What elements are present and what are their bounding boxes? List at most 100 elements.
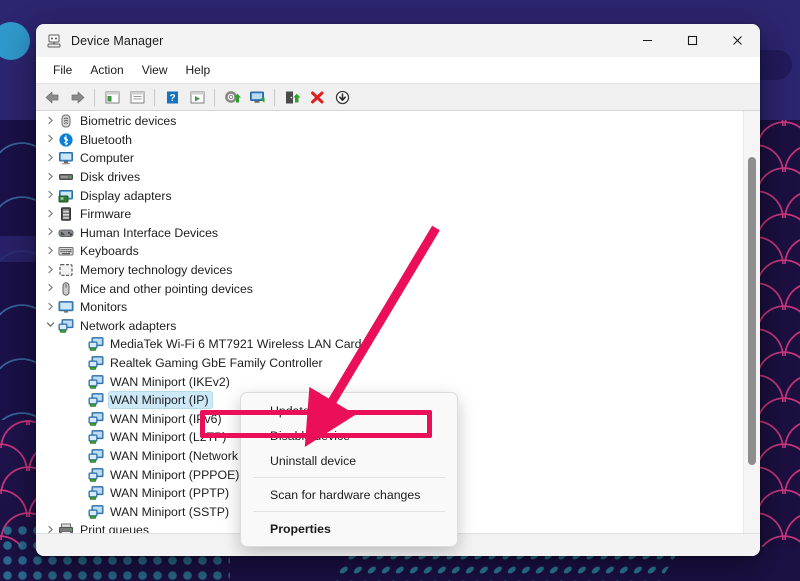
window-controls xyxy=(625,24,760,57)
help-button[interactable]: ? xyxy=(160,86,184,108)
chevron-right-icon[interactable] xyxy=(42,302,58,313)
chevron-right-icon[interactable] xyxy=(42,209,58,220)
tree-row[interactable]: Keyboards xyxy=(36,242,743,261)
network-adapter-icon xyxy=(88,485,104,501)
keyboard-icon xyxy=(58,243,74,259)
tree-row[interactable]: Mice and other pointing devices xyxy=(36,279,743,298)
back-button[interactable] xyxy=(40,86,64,108)
context-menu-item[interactable]: Scan for hardware changes xyxy=(241,482,457,507)
menubar: File Action View Help xyxy=(36,57,760,83)
tree-row-label: Computer xyxy=(79,150,137,166)
chevron-right-icon[interactable] xyxy=(42,134,58,145)
tree-row-label: Biometric devices xyxy=(79,113,179,129)
tree-row-label: Print queues xyxy=(79,522,152,533)
tree-row[interactable]: Biometric devices xyxy=(36,112,743,131)
tree-row[interactable]: Monitors xyxy=(36,298,743,317)
window-titlebar[interactable]: Device Manager xyxy=(36,24,760,57)
close-button[interactable] xyxy=(715,24,760,57)
chevron-right-icon[interactable] xyxy=(42,190,58,201)
tree-row-label: WAN Miniport (IP) xyxy=(109,392,212,408)
context-menu-item[interactable]: Properties xyxy=(241,516,457,541)
tree-row[interactable]: Network adapters xyxy=(36,317,743,336)
scan-hardware-changes-button[interactable] xyxy=(245,86,269,108)
uninstall-device-button[interactable] xyxy=(280,86,304,108)
tree-row-label: Network adapters xyxy=(79,318,179,334)
tree-row[interactable]: Computer xyxy=(36,149,743,168)
window-title: Device Manager xyxy=(71,34,163,48)
chevron-right-icon[interactable] xyxy=(42,227,58,238)
tree-row-label: MediaTek Wi-Fi 6 MT7921 Wireless LAN Car… xyxy=(109,336,364,352)
printer-icon xyxy=(58,522,74,533)
tree-row[interactable]: WAN Miniport (IKEv2) xyxy=(36,372,743,391)
menu-view[interactable]: View xyxy=(133,60,177,80)
tree-row-label: WAN Miniport (PPPOE) xyxy=(109,467,242,483)
menu-help[interactable]: Help xyxy=(177,60,220,80)
tree-row-label: Disk drives xyxy=(79,169,143,185)
toolbar-separator xyxy=(154,89,155,106)
biometric-icon xyxy=(58,113,74,129)
bluetooth-icon xyxy=(58,132,74,148)
context-menu-separator xyxy=(253,511,445,512)
context-menu-item[interactable]: Uninstall device xyxy=(241,448,457,473)
tree-row-label: Realtek Gaming GbE Family Controller xyxy=(109,355,326,371)
network-adapter-icon xyxy=(88,392,104,408)
tree-row-label: WAN Miniport (PPTP) xyxy=(109,485,232,501)
tree-row[interactable]: Firmware xyxy=(36,205,743,224)
chevron-right-icon[interactable] xyxy=(42,153,58,164)
tree-row-label: Firmware xyxy=(79,206,134,222)
chevron-right-icon[interactable] xyxy=(42,246,58,257)
network-adapter-icon xyxy=(88,374,104,390)
network-adapter-icon xyxy=(88,448,104,464)
minimize-button[interactable] xyxy=(625,24,670,57)
hid-icon xyxy=(58,225,74,241)
console-tree-button[interactable] xyxy=(100,86,124,108)
vertical-scrollbar[interactable] xyxy=(743,111,760,533)
disable-device-button[interactable] xyxy=(305,86,329,108)
memory-icon xyxy=(58,262,74,278)
scrollbar-thumb[interactable] xyxy=(748,157,756,465)
network-adapter-icon xyxy=(88,336,104,352)
highlight-rectangle xyxy=(200,410,432,438)
chevron-right-icon[interactable] xyxy=(42,116,58,127)
menu-action[interactable]: Action xyxy=(81,60,132,80)
tree-row[interactable]: MediaTek Wi-Fi 6 MT7921 Wireless LAN Car… xyxy=(36,335,743,354)
disk-drive-icon xyxy=(58,169,74,185)
network-adapter-icon xyxy=(88,429,104,445)
enable-device-button[interactable] xyxy=(330,86,354,108)
toolbar-separator xyxy=(94,89,95,106)
action-pane-button[interactable] xyxy=(185,86,209,108)
chevron-right-icon[interactable] xyxy=(42,265,58,276)
tree-row[interactable]: Human Interface Devices xyxy=(36,224,743,243)
tree-row[interactable]: Display adapters xyxy=(36,186,743,205)
chevron-right-icon[interactable] xyxy=(42,172,58,183)
tree-row-label: Bluetooth xyxy=(79,132,135,148)
device-manager-window: Device Manager File Action View Help xyxy=(36,24,760,556)
maximize-button[interactable] xyxy=(670,24,715,57)
device-manager-icon xyxy=(46,33,62,49)
network-adapter-icon xyxy=(88,467,104,483)
update-driver-button[interactable] xyxy=(220,86,244,108)
tree-row-label: WAN Miniport (SSTP) xyxy=(109,504,232,520)
tree-row[interactable]: Realtek Gaming GbE Family Controller xyxy=(36,354,743,373)
chevron-right-icon[interactable] xyxy=(42,525,58,533)
firmware-icon xyxy=(58,206,74,222)
svg-text:?: ? xyxy=(169,93,175,104)
chevron-right-icon[interactable] xyxy=(42,283,58,294)
menu-file[interactable]: File xyxy=(44,60,81,80)
toolbar: ? xyxy=(36,83,760,111)
tree-row[interactable]: Memory technology devices xyxy=(36,261,743,280)
tree-row[interactable]: Disk drives xyxy=(36,168,743,187)
tree-row-label: Display adapters xyxy=(79,188,175,204)
properties-button[interactable] xyxy=(125,86,149,108)
context-menu-separator xyxy=(253,477,445,478)
tree-row-label: Human Interface Devices xyxy=(79,225,221,241)
tree-row[interactable]: Bluetooth xyxy=(36,131,743,150)
chevron-down-icon[interactable] xyxy=(42,320,58,331)
forward-button[interactable] xyxy=(65,86,89,108)
toolbar-separator xyxy=(274,89,275,106)
network-adapter-icon xyxy=(88,411,104,427)
tree-row-label: WAN Miniport (IKEv2) xyxy=(109,374,233,390)
computer-icon xyxy=(58,150,74,166)
mouse-icon xyxy=(58,281,74,297)
network-adapter-icon xyxy=(58,318,74,334)
